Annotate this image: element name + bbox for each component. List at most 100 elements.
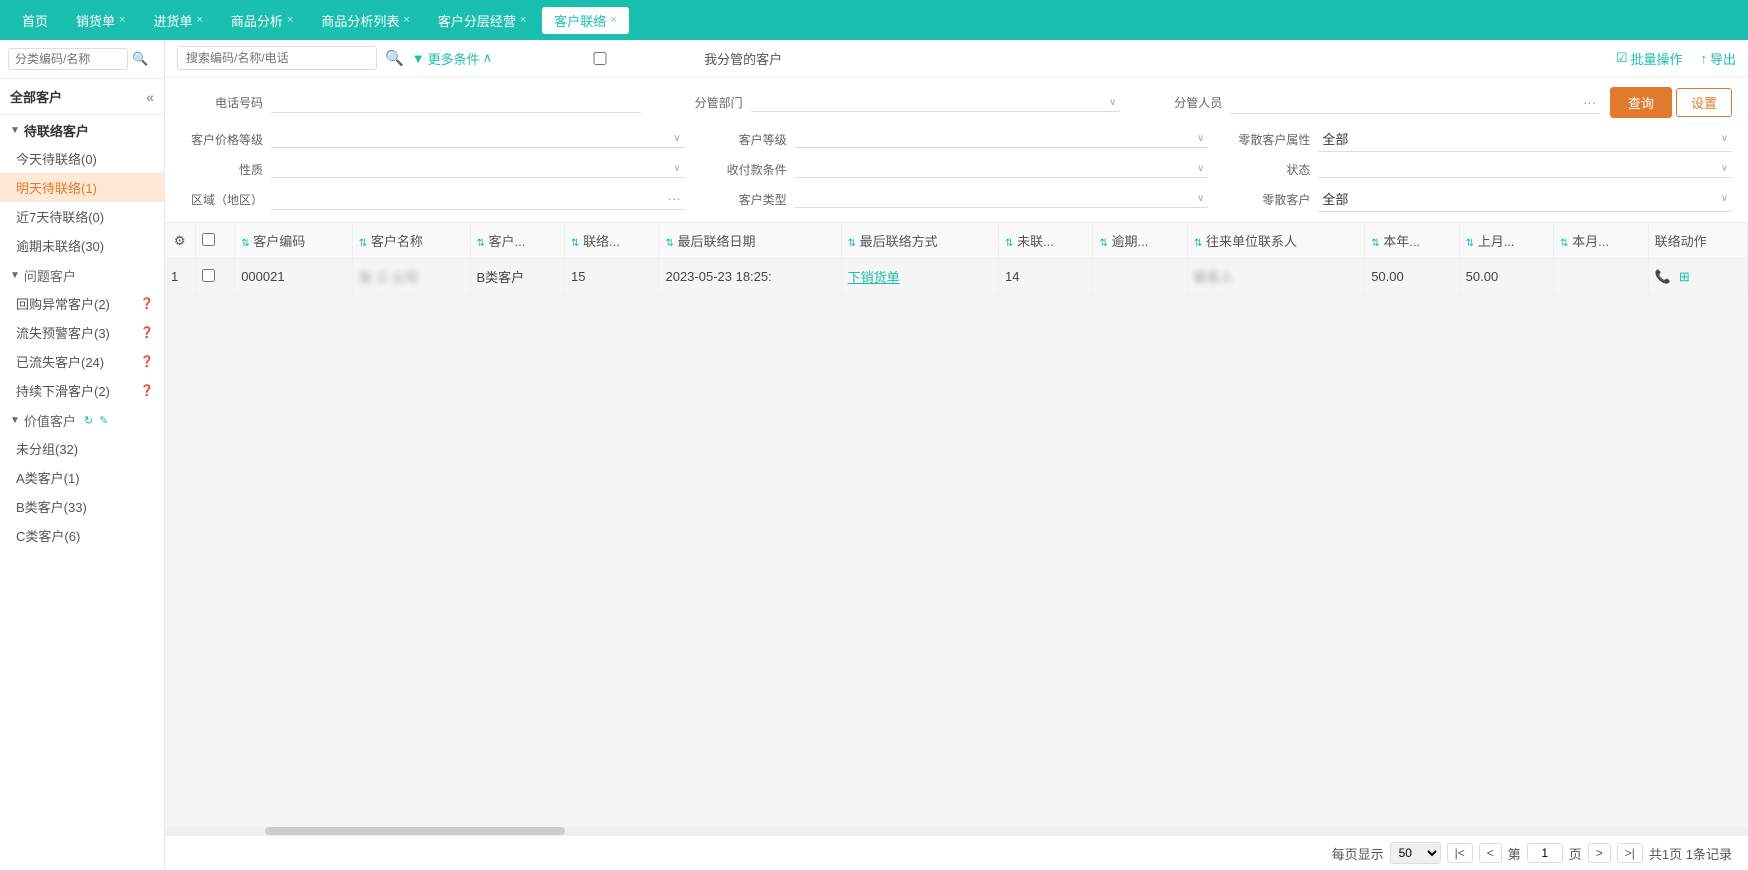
nav-item-进货单[interactable]: 进货单 ×: [141, 7, 214, 34]
edit-icon[interactable]: ✎: [99, 414, 108, 427]
first-page-btn[interactable]: |<: [1447, 843, 1473, 863]
total-records: 共1页 1条记录: [1649, 844, 1732, 863]
sidebar-item-churned[interactable]: 已流失客户(24) ❓: [0, 347, 164, 376]
set-button[interactable]: 设置: [1676, 88, 1732, 117]
retail-select[interactable]: 全部 ∨: [1318, 186, 1732, 212]
payment-select[interactable]: ∨: [795, 160, 1209, 178]
prev-page-btn[interactable]: <: [1479, 843, 1502, 863]
nav-item-客户联络[interactable]: 客户联络 ×: [542, 7, 628, 34]
sidebar-item-ungroup[interactable]: 未分组(32): [0, 434, 164, 463]
th-last-way[interactable]: ⇅ 最后联络方式: [841, 223, 998, 259]
sidebar-item-7days[interactable]: 近7天待联络(0): [0, 202, 164, 231]
scrollbar-thumb[interactable]: [265, 827, 565, 835]
help-icon[interactable]: ❓: [140, 297, 154, 310]
phone-input[interactable]: [271, 92, 641, 113]
sidebar-item-today[interactable]: 今天待联络(0): [0, 144, 164, 173]
sidebar-item-b-class[interactable]: B类客户(33): [0, 492, 164, 521]
adv-cust-level-field: 客户等级 ∨: [705, 130, 1209, 148]
th-contact-person[interactable]: ⇅ 往来单位联系人: [1187, 223, 1364, 259]
table-footer: 每页显示 50 100 200 |< < 第 页 > >| 共1页 1条记录: [165, 835, 1748, 870]
sidebar-item-declining[interactable]: 持续下滑客户(2) ❓: [0, 376, 164, 405]
nav-home[interactable]: 首页: [10, 7, 60, 34]
sidebar-item-a-class[interactable]: A类客户(1): [0, 463, 164, 492]
close-icon[interactable]: ×: [403, 14, 409, 26]
sidebar-search-input[interactable]: [8, 48, 128, 70]
sidebar-item-overdue[interactable]: 逾期未联络(30): [0, 231, 164, 260]
my-customers-checkbox[interactable]: 我分管的客户: [500, 49, 782, 68]
search-icon[interactable]: 🔍: [385, 49, 404, 67]
retail-attr-select[interactable]: 全部 ∨: [1318, 126, 1732, 152]
sidebar-group-problem[interactable]: ▼ 问题客户: [0, 260, 164, 289]
phone-action-icon[interactable]: 📞: [1655, 269, 1671, 285]
th-last-month[interactable]: ⇅ 上月...: [1459, 223, 1553, 259]
page-size-select[interactable]: 50 100 200: [1390, 842, 1441, 864]
more-filter-btn[interactable]: ▼ 更多条件 ∧: [412, 49, 492, 68]
export-btn[interactable]: ↑ 导出: [1700, 49, 1736, 68]
query-button[interactable]: 查询: [1610, 87, 1672, 118]
th-gear[interactable]: ⚙: [165, 223, 195, 259]
sort-icon: ⇅: [1371, 238, 1379, 249]
th-code[interactable]: ⇅ 客户编码: [235, 223, 353, 259]
chevron-down-icon: ∨: [1721, 163, 1728, 174]
page-size-label: 每页显示: [1332, 844, 1384, 863]
last-page-btn[interactable]: >|: [1617, 843, 1643, 863]
td-checkbox[interactable]: [195, 259, 235, 295]
page-input[interactable]: [1527, 843, 1563, 863]
th-name[interactable]: ⇅ 客户名称: [352, 223, 470, 259]
search-icon[interactable]: 🔍: [132, 51, 148, 67]
close-icon[interactable]: ×: [196, 14, 202, 26]
dept-select[interactable]: ∨: [751, 94, 1121, 112]
adv-retail-field: 零散客户 全部 ∨: [1228, 186, 1732, 212]
sidebar-group-pending[interactable]: ▼ 待联络客户: [0, 115, 164, 144]
close-icon[interactable]: ×: [287, 14, 293, 26]
my-customers-check[interactable]: [500, 52, 700, 65]
cust-type-select[interactable]: ∨: [795, 190, 1209, 208]
help-icon[interactable]: ❓: [140, 355, 154, 368]
select-all-checkbox[interactable]: [202, 233, 215, 246]
row-checkbox[interactable]: [202, 269, 215, 282]
nav-item-客户分层经营[interactable]: 客户分层经营 ×: [426, 7, 538, 34]
th-checkbox[interactable]: [195, 223, 235, 259]
close-icon[interactable]: ×: [610, 14, 616, 26]
export-icon: ↑: [1700, 51, 1707, 66]
grid-action-icon[interactable]: ⊞: [1679, 269, 1690, 285]
cust-level-select[interactable]: ∨: [795, 130, 1209, 148]
sidebar-item-churn-warning[interactable]: 流失预警客户(3) ❓: [0, 318, 164, 347]
sidebar-group-value[interactable]: ▼ 价值客户 ↻ ✎: [0, 405, 164, 434]
sidebar-item-c-class[interactable]: C类客户(6): [0, 521, 164, 550]
help-icon[interactable]: ❓: [140, 326, 154, 339]
search-input[interactable]: [177, 46, 377, 70]
td-uncontact: 14: [999, 259, 1093, 295]
close-icon[interactable]: ×: [520, 14, 526, 26]
cust-price-select[interactable]: ∨: [271, 130, 685, 148]
td-last-way[interactable]: 下销货单: [841, 259, 998, 295]
th-last-date[interactable]: ⇅ 最后联络日期: [659, 223, 841, 259]
td-this-month: [1554, 259, 1648, 295]
status-select[interactable]: ∨: [1318, 160, 1732, 178]
main-layout: 🔍 全部客户 « ▼ 待联络客户 今天待联络(0) 明天待联络(1) 近7天待联…: [0, 40, 1748, 870]
sidebar-item-repurchase-abnormal[interactable]: 回购异常客户(2) ❓: [0, 289, 164, 318]
region-select[interactable]: ···: [271, 188, 685, 210]
th-overdue[interactable]: ⇅ 逾期...: [1093, 223, 1187, 259]
person-select[interactable]: ···: [1230, 92, 1600, 114]
nav-item-销货单[interactable]: 销货单 ×: [64, 7, 137, 34]
th-uncontact[interactable]: ⇅ 未联...: [999, 223, 1093, 259]
collapse-icon[interactable]: «: [146, 89, 154, 105]
chevron-down-icon: ∨: [1197, 133, 1204, 144]
next-page-btn[interactable]: >: [1588, 843, 1611, 863]
th-contact-count[interactable]: ⇅ 联络...: [565, 223, 659, 259]
help-icon[interactable]: ❓: [140, 384, 154, 397]
close-icon[interactable]: ×: [119, 14, 125, 26]
bulk-op-btn[interactable]: ☑ 批量操作: [1616, 49, 1683, 68]
refresh-icon[interactable]: ↻: [84, 414, 93, 427]
gender-select[interactable]: ∨: [271, 160, 685, 178]
th-cust-type[interactable]: ⇅ 客户...: [470, 223, 564, 259]
nav-item-商品分析[interactable]: 商品分析 ×: [219, 7, 305, 34]
th-this-month[interactable]: ⇅ 本月...: [1554, 223, 1648, 259]
th-this-year[interactable]: ⇅ 本年...: [1365, 223, 1459, 259]
scrollbar-track[interactable]: [165, 827, 1748, 835]
sidebar-all-customers[interactable]: 全部客户 «: [0, 79, 164, 115]
sidebar-item-tomorrow[interactable]: 明天待联络(1): [0, 173, 164, 202]
adv-cust-price-field: 客户价格等级 ∨: [181, 130, 685, 148]
nav-item-商品分析列表[interactable]: 商品分析列表 ×: [309, 7, 421, 34]
